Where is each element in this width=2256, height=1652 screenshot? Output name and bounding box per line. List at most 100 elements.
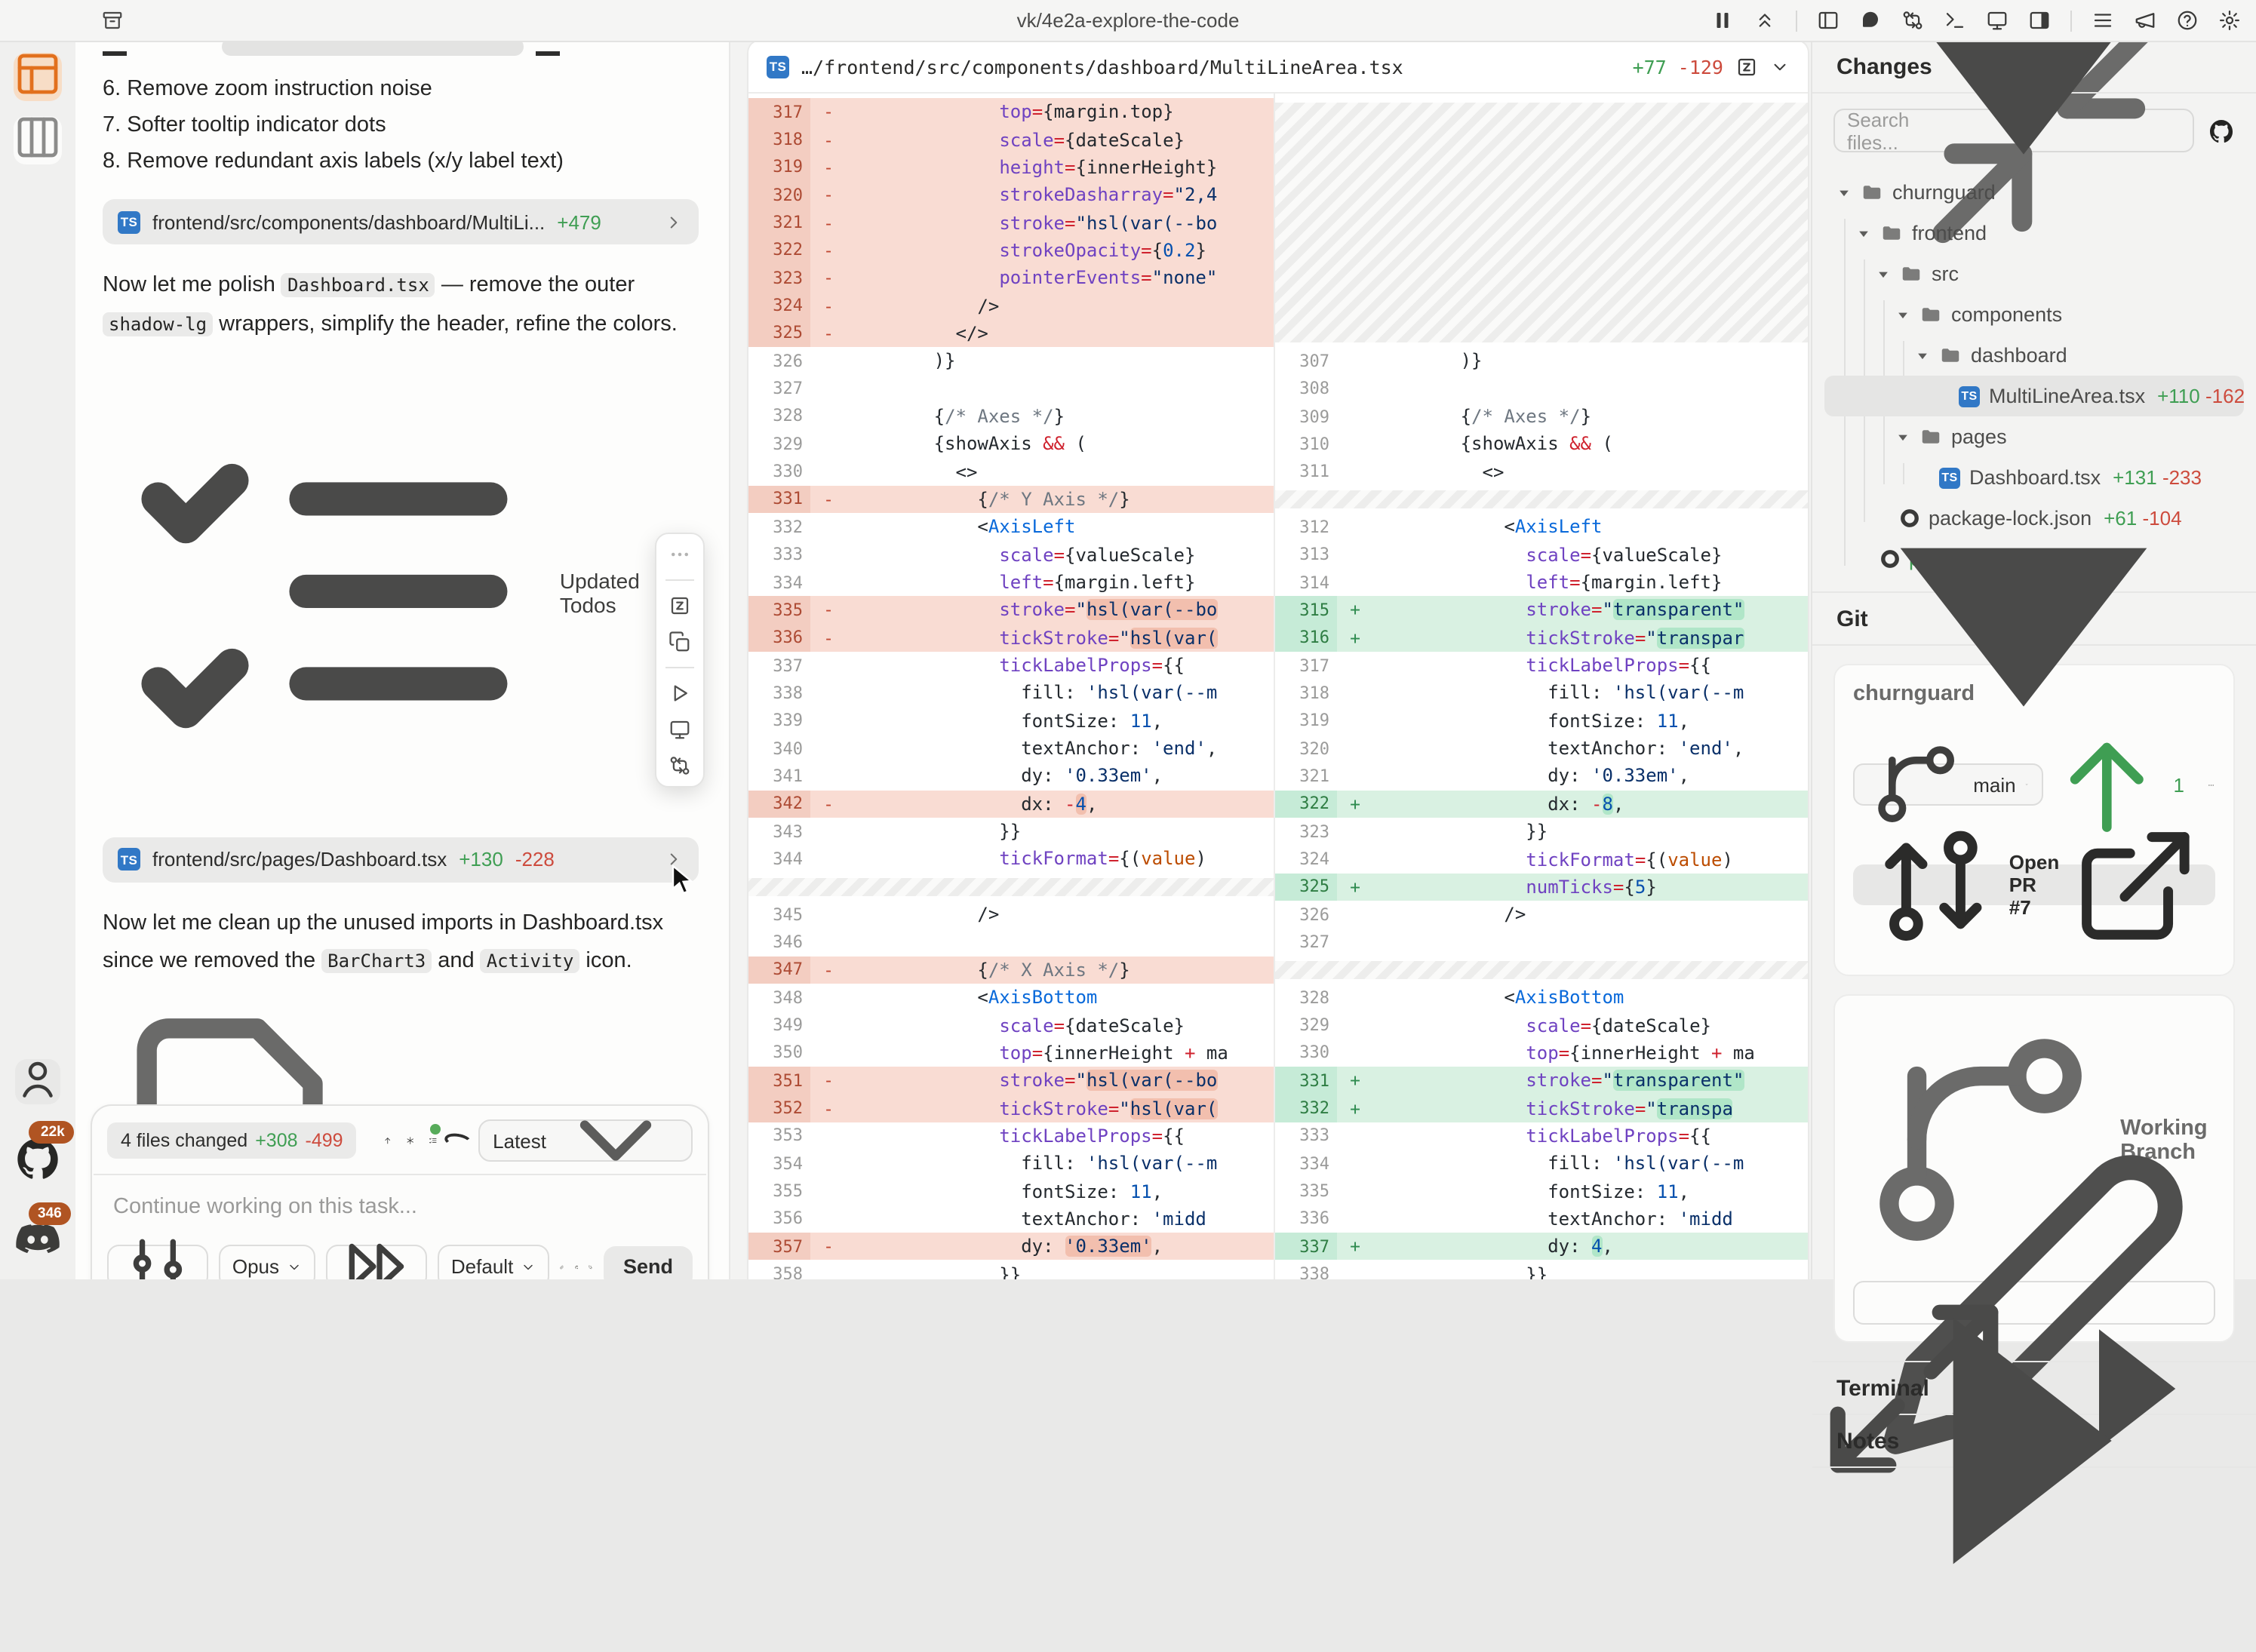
diff-line[interactable]: 337 tickLabelProps={{	[748, 652, 1274, 680]
diff-line[interactable]: 340 textAnchor: 'end',	[748, 735, 1274, 763]
dots-icon[interactable]	[669, 543, 691, 566]
diff-line[interactable]: 357- dy: '0.33em',	[748, 1233, 1274, 1260]
diff-line[interactable]: 327	[1275, 929, 1808, 957]
diff-line[interactable]: 333 scale={valueScale}	[748, 541, 1274, 569]
caret-down-icon[interactable]	[1895, 307, 1910, 322]
file-change-chip[interactable]: TS frontend/src/pages/Dashboard.tsx +130…	[103, 837, 699, 883]
diff-line[interactable]: 334 left={margin.left}	[748, 569, 1274, 597]
tree-folder-components[interactable]: components	[1824, 294, 2244, 335]
diff-line[interactable]: 336 textAnchor: 'midd	[1275, 1205, 1808, 1233]
chevrons-up-icon[interactable]	[1753, 9, 1776, 32]
diff-line[interactable]: 343 }}	[748, 818, 1274, 846]
diff-line[interactable]: 341 dy: '0.33em',	[748, 763, 1274, 791]
git-compare-icon[interactable]	[669, 754, 691, 777]
diff-line[interactable]: 330 <>	[748, 458, 1274, 486]
github-attach-icon[interactable]	[575, 1254, 579, 1279]
diff-line[interactable]: 358 }}	[748, 1260, 1274, 1279]
diff-line[interactable]: 316+ tickStroke="transpar	[1275, 624, 1808, 652]
diff-line[interactable]: 354 fill: 'hsl(var(--m	[748, 1150, 1274, 1178]
panel-left-icon[interactable]	[1817, 9, 1840, 32]
updated-todos-row[interactable]: Updated Todos	[103, 370, 699, 818]
diff-line[interactable]: 350 top={innerHeight + ma	[748, 1039, 1274, 1067]
diff-line[interactable]: 323 }}	[1275, 818, 1808, 846]
diff-line[interactable]: 312 <AxisLeft	[1275, 513, 1808, 541]
diff-line[interactable]: 342- dx: -4,	[748, 790, 1274, 818]
attach-file-icon[interactable]	[560, 1254, 564, 1279]
panel-right-icon[interactable]	[2028, 9, 2051, 32]
diff-line[interactable]: 332 <AxisLeft	[748, 513, 1274, 541]
discord-link-button[interactable]: 346	[14, 1219, 62, 1267]
diff-line[interactable]: 333 tickLabelProps={{	[1275, 1122, 1808, 1150]
diff-line[interactable]: 347- {/* X Axis */}	[748, 956, 1274, 984]
mode-dropdown[interactable]: Default	[438, 1245, 549, 1279]
tree-folder-churnguard[interactable]: churnguard	[1824, 172, 2244, 213]
diff-line[interactable]: 318- scale={dateScale}	[748, 126, 1274, 154]
megaphone-icon[interactable]	[2134, 9, 2156, 32]
spark-icon[interactable]	[406, 1128, 415, 1153]
diff-line[interactable]: 328 <AxisBottom	[1275, 984, 1808, 1012]
layout-view-button[interactable]	[14, 53, 62, 101]
diff-line[interactable]: 345 />	[748, 901, 1274, 929]
diff-line[interactable]: 324- />	[748, 292, 1274, 320]
diff-line[interactable]: 321 dy: '0.33em',	[1275, 763, 1808, 791]
copy-icon[interactable]	[669, 631, 691, 653]
help-icon[interactable]	[2176, 9, 2199, 32]
monitor-icon[interactable]	[669, 718, 691, 741]
diff-line[interactable]: 346	[748, 929, 1274, 957]
diff-line[interactable]: 336- tickStroke="hsl(var(	[748, 624, 1274, 652]
diff-line[interactable]: 334 fill: 'hsl(var(--m	[1275, 1150, 1808, 1178]
diff-line[interactable]: 315+ stroke="transparent"	[1275, 596, 1808, 624]
tree-folder-frontend[interactable]: frontend	[1824, 213, 2244, 253]
diff-line[interactable]: 348 <AxisBottom	[748, 984, 1274, 1012]
send-button[interactable]: Send	[604, 1245, 693, 1279]
chevron-down-icon[interactable]	[1770, 57, 1790, 76]
scroll-up-icon[interactable]	[384, 1128, 393, 1153]
diff-line[interactable]: 337+ dy: 4,	[1275, 1233, 1808, 1260]
fast-forward-button[interactable]	[326, 1245, 427, 1279]
changes-section-header[interactable]: Changes	[1812, 41, 2256, 94]
diff-line[interactable]: 320 textAnchor: 'end',	[1275, 735, 1808, 763]
diff-line[interactable]: 314 left={margin.left}	[1275, 569, 1808, 597]
diff-line[interactable]: 319 fontSize: 11,	[1275, 707, 1808, 735]
diff-line[interactable]: 310 {showAxis && (	[1275, 430, 1808, 458]
diff-line[interactable]: 332+ tickStroke="transpa	[1275, 1095, 1808, 1122]
caret-down-icon[interactable]	[1836, 185, 1852, 200]
tree-folder-src[interactable]: src	[1824, 253, 2244, 294]
diff-line[interactable]: 351- stroke="hsl(var(--bo	[748, 1067, 1274, 1095]
file-change-chip[interactable]: TS frontend/src/components/dashboard/Mul…	[103, 199, 699, 244]
diff-line[interactable]: 317- top={margin.top}	[748, 98, 1274, 126]
diff-line[interactable]: 313 scale={valueScale}	[1275, 541, 1808, 569]
diff-line[interactable]: 307 )}	[1275, 347, 1808, 375]
diff-line[interactable]: 329 {showAxis && (	[748, 430, 1274, 458]
github-link-button[interactable]: 22k	[14, 1138, 62, 1186]
diff-old-column[interactable]: 317- top={margin.top}318- scale={dateSca…	[748, 94, 1274, 1279]
diff-line[interactable]: 320- strokeDasharray="2,4	[748, 181, 1274, 209]
diff-box-icon[interactable]	[669, 594, 691, 617]
diff-line[interactable]: 325- </>	[748, 320, 1274, 348]
diff-line[interactable]: 325+ numTicks={5}	[1275, 873, 1808, 901]
diff-line[interactable]: 321- stroke="hsl(var(--bo	[748, 209, 1274, 237]
diff-line[interactable]: 331- {/* Y Axis */}	[748, 486, 1274, 514]
diff-line[interactable]: 322- strokeOpacity={0.2}	[748, 236, 1274, 264]
settings-sliders-button[interactable]	[107, 1245, 208, 1279]
pause-icon[interactable]	[1711, 9, 1734, 32]
diff-line[interactable]: 311 <>	[1275, 458, 1808, 486]
gear-icon[interactable]	[2218, 9, 2241, 32]
diff-line[interactable]: 317 tickLabelProps={{	[1275, 652, 1808, 680]
latest-dropdown[interactable]: Latest	[478, 1119, 693, 1162]
diff-line[interactable]: 338 }}	[1275, 1260, 1808, 1279]
diff-line[interactable]: 355 fontSize: 11,	[748, 1178, 1274, 1205]
tree-folder-dashboard[interactable]: dashboard	[1824, 335, 2244, 376]
todo-status-icon[interactable]	[429, 1128, 438, 1153]
caret-down-icon[interactable]	[1915, 348, 1930, 363]
diff-line[interactable]: 356 textAnchor: 'midd	[748, 1205, 1274, 1233]
diff-line[interactable]: 326 />	[1275, 901, 1808, 929]
diff-line[interactable]: 323- pointerEvents="none"	[748, 264, 1274, 292]
diff-line[interactable]: 328 {/* Axes */}	[748, 403, 1274, 431]
monitor-icon[interactable]	[1986, 9, 2009, 32]
collapse-caret-icon[interactable]	[1812, 407, 2235, 830]
terminal-icon[interactable]	[1944, 9, 1966, 32]
files-changed-chip[interactable]: 4 files changed +308 -499	[107, 1122, 357, 1159]
diff-line[interactable]: 335 fontSize: 11,	[1275, 1178, 1808, 1205]
diff-line[interactable]: 318 fill: 'hsl(var(--m	[1275, 680, 1808, 708]
